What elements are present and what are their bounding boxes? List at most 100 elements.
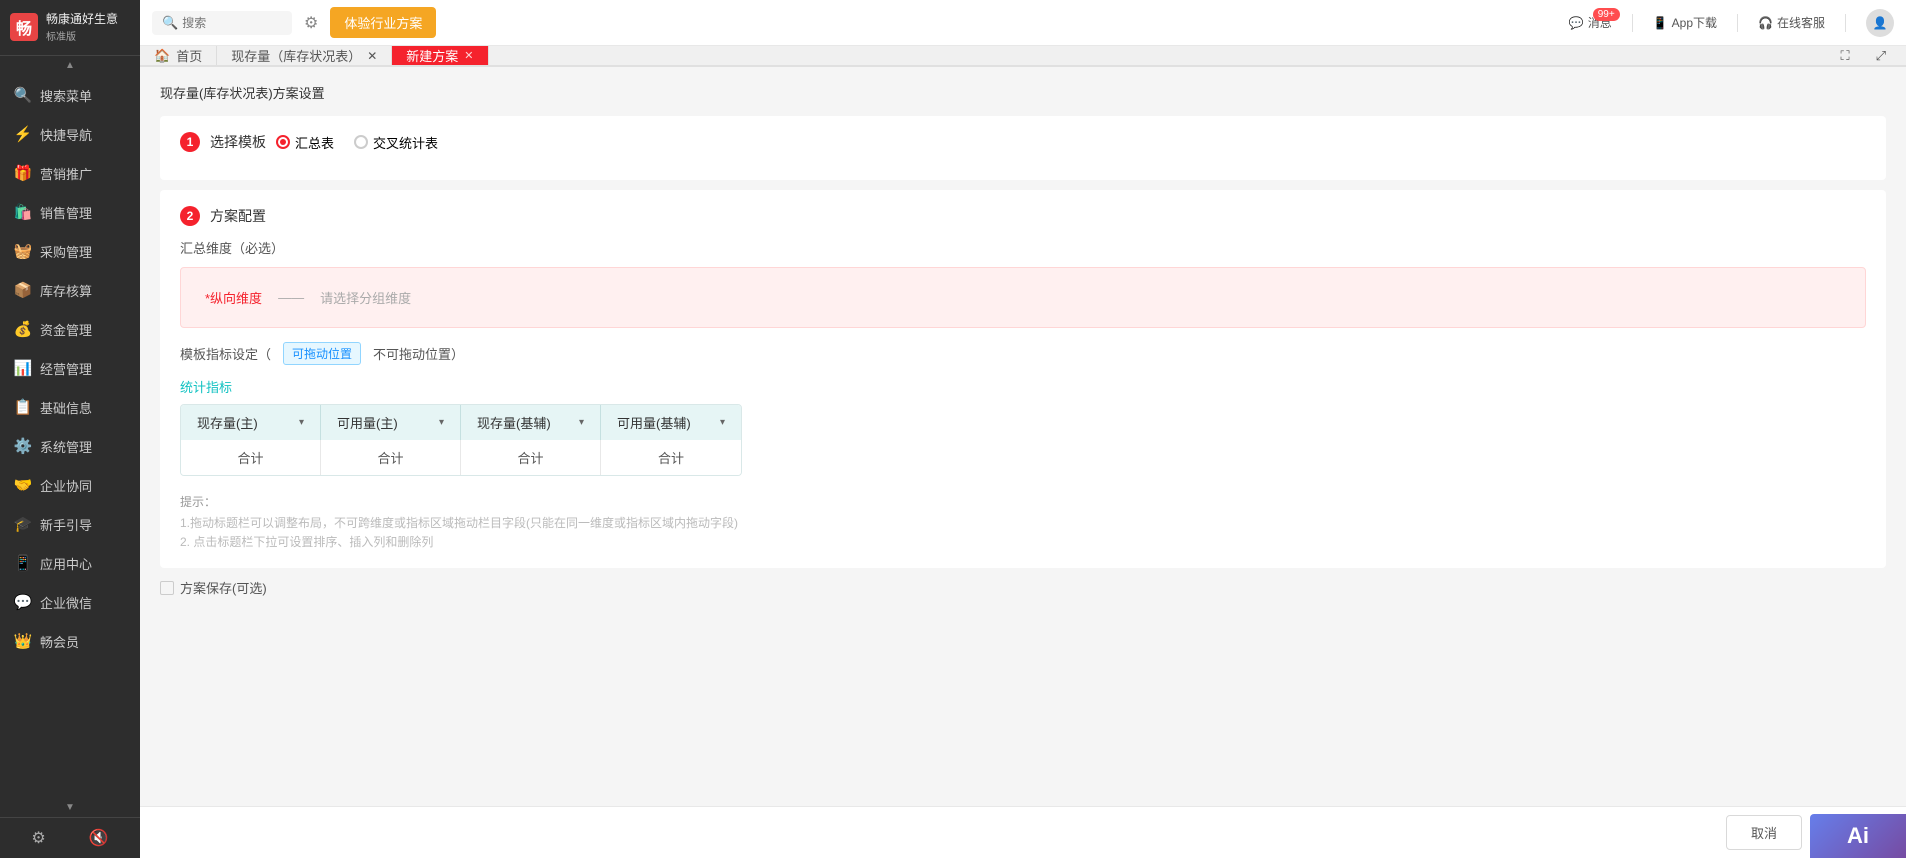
marketing-icon: 🎁 — [14, 164, 32, 182]
indicator-cell-0: 合计 — [181, 440, 321, 475]
sidebar-scroll-down[interactable]: ▼ — [0, 797, 140, 817]
col0-chevron[interactable]: ▾ — [299, 417, 304, 428]
page-content: 现存量(库存状况表)方案设置 1 选择模板 汇总表 交叉统计表 — [140, 67, 1906, 806]
sidebar-item-label: 采购管理 — [40, 242, 92, 261]
enterprise-wechat-icon: 💬 — [14, 593, 32, 611]
sidebar-item-purchase[interactable]: 🧺 采购管理 — [0, 232, 140, 271]
sidebar: 畅 畅康通好生意 标准版 ▲ 🔍 搜索菜单 ⚡ 快捷导航 🎁 营销推广 🛍️ 销… — [0, 0, 140, 858]
tab-new-plan-close-icon[interactable]: ✕ — [464, 49, 473, 62]
indicator-cell-2: 合计 — [461, 440, 601, 475]
sidebar-item-marketing[interactable]: 🎁 营销推广 — [0, 154, 140, 193]
sidebar-audio-icon[interactable]: 🔇 — [89, 828, 109, 848]
col3-chevron[interactable]: ▾ — [720, 417, 725, 428]
sidebar-item-label: 营销推广 — [40, 164, 92, 183]
col0-label: 现存量(主) — [197, 413, 258, 432]
step2-section: 2 方案配置 汇总维度（必选） *纵向维度 —— 请选择分组维度 模板指标设定（… — [160, 190, 1886, 568]
sidebar-item-sales[interactable]: 🛍️ 销售管理 — [0, 193, 140, 232]
sidebar-item-system[interactable]: ⚙️ 系统管理 — [0, 427, 140, 466]
settings-gear-icon[interactable]: ⚙ — [304, 13, 318, 33]
sidebar-item-new-guide[interactable]: 🎓 新手引导 — [0, 505, 140, 544]
step2-title: 方案配置 — [210, 206, 266, 226]
tips-section: 提示： 1.拖动标题栏可以调整布局，不可跨维度或指标区域拖动栏目字段(只能在同一… — [180, 493, 1866, 550]
tab-new-plan-label: 新建方案 — [406, 46, 458, 65]
tips-item-0: 1.拖动标题栏可以调整布局，不可跨维度或指标区域拖动栏目字段(只能在同一维度或指… — [180, 514, 1866, 531]
col2-chevron[interactable]: ▾ — [579, 417, 584, 428]
tab-inventory-close-icon[interactable]: ✕ — [367, 49, 377, 63]
contract-icon: 🤝 — [14, 476, 32, 494]
indicator-table-header: 现存量(主) ▾ 可用量(主) ▾ 现存量(基辅) ▾ 可用量(基辅) ▾ — [181, 405, 741, 440]
sidebar-item-operations[interactable]: 📊 经营管理 — [0, 349, 140, 388]
step1-section: 1 选择模板 汇总表 交叉统计表 — [160, 116, 1886, 180]
message-btn[interactable]: 💬 消息 99+ — [1569, 14, 1612, 31]
tab-inventory-label: 现存量（库存状况表） — [231, 46, 361, 65]
avatar[interactable]: 👤 — [1866, 9, 1894, 37]
expand-icon[interactable]: ⛶ — [1830, 48, 1859, 64]
step1-title: 选择模板 — [210, 132, 266, 152]
tabs-bar: 🏠 首页 现存量（库存状况表） ✕ 新建方案 ✕ ⛶ ⤢ — [140, 46, 1906, 67]
cancel-button[interactable]: 取消 — [1726, 815, 1802, 850]
save-checkbox[interactable] — [160, 581, 174, 595]
fullscreen-icon[interactable]: ⤢ — [1866, 48, 1896, 64]
indicator-settings-label: 模板指标设定（ — [180, 344, 271, 363]
divider-1 — [1632, 14, 1633, 32]
online-service-label: 在线客服 — [1777, 14, 1825, 31]
sidebar-item-enterprise-wechat[interactable]: 💬 企业微信 — [0, 583, 140, 622]
sidebar-item-label: 快捷导航 — [40, 125, 92, 144]
sidebar-item-label: 企业协同 — [40, 476, 92, 495]
topbar: 🔍 ⚙ 体验行业方案 💬 消息 99+ 📱 App下载 🎧 在线客服 👤 — [140, 0, 1906, 46]
sidebar-item-label: 库存核算 — [40, 281, 92, 300]
indicator-cell-3: 合计 — [601, 440, 741, 475]
tab-inventory[interactable]: 现存量（库存状况表） ✕ — [217, 46, 392, 65]
col1-chevron[interactable]: ▾ — [439, 417, 444, 428]
subtitle-aggregate-dimension: 汇总维度（必选） — [180, 238, 1866, 257]
draggable-badge: 可拖动位置 — [283, 342, 361, 365]
sidebar-item-search[interactable]: 🔍 搜索菜单 — [0, 76, 140, 115]
sidebar-settings-icon[interactable]: ⚙ — [31, 828, 45, 848]
tab-home[interactable]: 🏠 首页 — [140, 46, 217, 65]
indicator-cell-1: 合计 — [321, 440, 461, 475]
divider-2 — [1737, 14, 1738, 32]
indicator-col-2[interactable]: 现存量(基辅) ▾ — [461, 405, 601, 440]
radio-summary-circle — [276, 135, 290, 149]
ai-badge[interactable]: Ai — [1810, 814, 1906, 858]
sidebar-item-label: 经营管理 — [40, 359, 92, 378]
sidebar-item-app-center[interactable]: 📱 应用中心 — [0, 544, 140, 583]
trial-btn[interactable]: 体验行业方案 — [330, 7, 436, 38]
col1-label: 可用量(主) — [337, 413, 398, 432]
radio-crosstab-circle — [354, 135, 368, 149]
radio-crosstab-label: 交叉统计表 — [373, 133, 438, 152]
sidebar-nav: 🔍 搜索菜单 ⚡ 快捷导航 🎁 营销推广 🛍️ 销售管理 🧺 采购管理 📦 库存… — [0, 76, 140, 797]
sidebar-item-member[interactable]: 👑 畅会员 — [0, 622, 140, 661]
sidebar-item-quick-nav[interactable]: ⚡ 快捷导航 — [0, 115, 140, 154]
indicator-col-0[interactable]: 现存量(主) ▾ — [181, 405, 321, 440]
online-service-btn[interactable]: 🎧 在线客服 — [1758, 14, 1825, 31]
sidebar-scroll-up[interactable]: ▲ — [0, 56, 140, 76]
radio-summary[interactable]: 汇总表 — [276, 133, 334, 152]
indicator-col-3[interactable]: 可用量(基辅) ▾ — [601, 405, 741, 440]
indicator-table-body: 合计 合计 合计 合计 — [181, 440, 741, 475]
tab-home-label: 首页 — [176, 46, 202, 65]
sidebar-item-inventory[interactable]: 📦 库存核算 — [0, 271, 140, 310]
purchase-icon: 🧺 — [14, 242, 32, 260]
step2-num: 2 — [180, 206, 200, 226]
dimension-area[interactable]: *纵向维度 —— 请选择分组维度 — [180, 267, 1866, 328]
indicator-settings-row: 模板指标设定（ 可拖动位置 不可拖动位置） — [180, 342, 1866, 365]
search-box[interactable]: 🔍 — [152, 11, 292, 35]
search-input[interactable] — [182, 16, 282, 30]
sidebar-item-label: 搜索菜单 — [40, 86, 92, 105]
search-icon: 🔍 — [162, 15, 178, 31]
system-icon: ⚙️ — [14, 437, 32, 455]
sidebar-bottom: ⚙ 🔇 — [0, 817, 140, 858]
sidebar-item-finance[interactable]: 💰 资金管理 — [0, 310, 140, 349]
app-download-btn[interactable]: 📱 App下载 — [1653, 14, 1717, 31]
indicator-col-1[interactable]: 可用量(主) ▾ — [321, 405, 461, 440]
radio-crosstab[interactable]: 交叉统计表 — [354, 133, 438, 152]
finance-icon: 💰 — [14, 320, 32, 338]
avatar-icon: 👤 — [1873, 16, 1888, 30]
stats-section-label: 统计指标 — [180, 377, 1866, 396]
sidebar-item-contract[interactable]: 🤝 企业协同 — [0, 466, 140, 505]
tab-new-plan[interactable]: 新建方案 ✕ — [392, 46, 488, 65]
sidebar-item-basic-info[interactable]: 📋 基础信息 — [0, 388, 140, 427]
sidebar-item-label: 基础信息 — [40, 398, 92, 417]
app-center-icon: 📱 — [14, 554, 32, 572]
